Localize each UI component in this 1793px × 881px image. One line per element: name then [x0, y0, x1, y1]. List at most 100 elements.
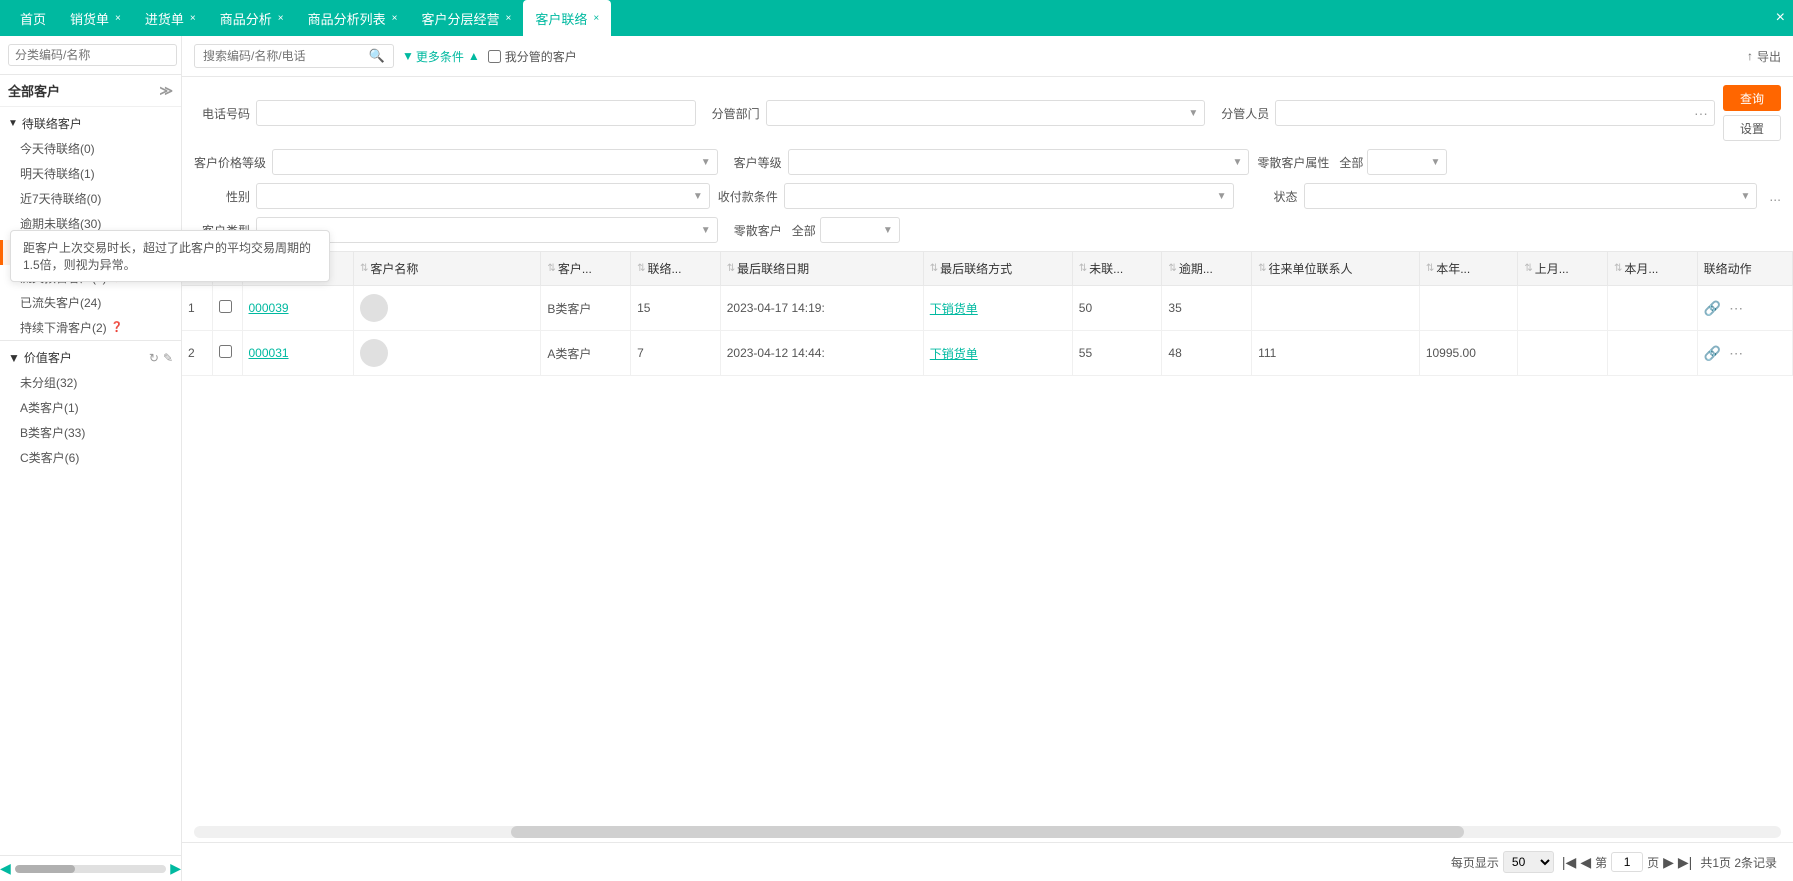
sidebar-c-customer[interactable]: C类客户(6) — [0, 445, 181, 470]
sort-icon-way[interactable]: ⇅ — [930, 263, 938, 274]
sort-icon-company[interactable]: ⇅ — [1258, 263, 1266, 274]
query-button[interactable]: 查询 — [1723, 85, 1781, 111]
prev-page-btn[interactable]: ◀ — [1580, 854, 1591, 871]
sidebar-collapse-btn[interactable]: ≫ — [159, 83, 173, 99]
dept-select[interactable]: ▼ — [766, 100, 1206, 126]
nav-customer-tier-close[interactable]: × — [505, 13, 511, 24]
page-number-input[interactable] — [1611, 852, 1643, 872]
search-icon[interactable]: 🔍 — [369, 48, 385, 64]
persist-down-help-icon[interactable]: ❓ — [111, 322, 123, 333]
search-input[interactable] — [203, 49, 369, 63]
sidebar: 🔍 全部客户 ≫ ▼ 待联络客户 今天待联络(0) 明天待联络(1) 近7天待联… — [0, 36, 182, 881]
price-refresh-icon[interactable]: ↻ — [149, 351, 159, 365]
sort-icon-overdue[interactable]: ⇅ — [1168, 263, 1176, 274]
last-page-btn[interactable]: ▶| — [1678, 854, 1692, 871]
price-customer-header[interactable]: ▼ 价值客户 ↻ ✎ — [0, 345, 181, 370]
sidebar-scrollbar-thumb — [15, 865, 76, 873]
th-last-way: ⇅ 最后联络方式 — [923, 252, 1072, 286]
nav-customer-tier[interactable]: 客户分层经营 × — [409, 0, 523, 36]
nav-product-analysis[interactable]: 商品分析 × — [208, 0, 296, 36]
th-company-contact: ⇅ 往来单位联系人 — [1252, 252, 1420, 286]
nav-customer-contact[interactable]: 客户联络 × — [523, 0, 611, 36]
sidebar-b-customer[interactable]: B类客户(33) — [0, 420, 181, 445]
customer-type-arrow: ▼ — [701, 225, 711, 236]
more-conditions-btn[interactable]: ▼ 更多条件 ▲ — [402, 48, 480, 65]
h-scrollbar-thumb[interactable] — [511, 826, 1463, 838]
row2-code[interactable]: 000031 — [242, 331, 354, 376]
nav-sales[interactable]: 销货单 × — [58, 0, 133, 36]
sort-icon-ctype[interactable]: ⇅ — [547, 263, 555, 274]
sort-icon-year[interactable]: ⇅ — [1426, 263, 1434, 274]
nav-product-list[interactable]: 商品分析列表 × — [296, 0, 410, 36]
sidebar-scroll-right[interactable]: ▶ — [170, 860, 181, 877]
filter-retail-customer: 零散客户 全部 ▼ — [726, 217, 1250, 243]
h-scrollbar-track[interactable] — [194, 826, 1781, 838]
sidebar-a-customer[interactable]: A类客户(1) — [0, 395, 181, 420]
nav-product-close[interactable]: × — [278, 13, 284, 24]
setting-button[interactable]: 设置 — [1723, 115, 1781, 141]
person-select[interactable]: ··· — [1275, 100, 1715, 126]
retail-customer-label: 零散客户 — [726, 222, 782, 239]
sort-icon-name[interactable]: ⇅ — [360, 263, 368, 274]
nav-sales-close[interactable]: × — [115, 13, 121, 24]
pending-contact-header[interactable]: ▼ 待联络客户 — [0, 111, 181, 136]
row2-contact-icon[interactable]: 🔗 — [1704, 345, 1721, 362]
row2-more-icon[interactable]: ⋯ — [1729, 345, 1743, 362]
nav-customer-contact-close[interactable]: × — [593, 13, 599, 24]
row2-actions: 🔗 ⋯ — [1697, 331, 1792, 376]
phone-input[interactable] — [256, 100, 696, 126]
person-dots[interactable]: ··· — [1694, 105, 1708, 121]
filter-row3-dots[interactable]: ... — [1769, 188, 1781, 204]
my-customer-checkbox[interactable] — [488, 50, 501, 63]
row1-select[interactable] — [219, 300, 232, 313]
gender-select[interactable]: ▼ — [256, 183, 710, 209]
sidebar-ungroup[interactable]: 未分组(32) — [0, 370, 181, 395]
sidebar-price-section: ▼ 价值客户 ↻ ✎ 未分组(32) A类客户(1) B类客户(33) C类客户… — [0, 340, 181, 474]
export-btn[interactable]: ↑ 导出 — [1747, 48, 1781, 65]
price-level-select[interactable]: ▼ — [272, 149, 718, 175]
row2-this-year: 10995.00 — [1419, 331, 1517, 376]
first-page-btn[interactable]: |◀ — [1562, 854, 1576, 871]
next-page-btn[interactable]: ▶ — [1663, 854, 1674, 871]
pending-contact-label: 待联络客户 — [22, 115, 82, 132]
payment-select[interactable]: ▼ — [784, 183, 1234, 209]
sort-icon-no-contact[interactable]: ⇅ — [1079, 263, 1087, 274]
sidebar-tomorrow-pending[interactable]: 明天待联络(1) — [0, 161, 181, 186]
sort-icon-contact[interactable]: ⇅ — [637, 263, 645, 274]
retail-customer-select[interactable]: ▼ — [820, 217, 900, 243]
row2-num: 2 — [182, 331, 212, 376]
nav-purchase-close[interactable]: × — [190, 13, 196, 24]
sidebar-today-pending[interactable]: 今天待联络(0) — [0, 136, 181, 161]
content-area: 🔍 ▼ 更多条件 ▲ 我分管的客户 ↑ 导出 电话号码 — [182, 36, 1793, 881]
nav-home[interactable]: 首页 — [8, 0, 58, 36]
customer-level-select[interactable]: ▼ — [788, 149, 1250, 175]
row2-last-way[interactable]: 下销货单 — [923, 331, 1072, 376]
row1-contact-icon[interactable]: 🔗 — [1704, 300, 1721, 317]
row1-code[interactable]: 000039 — [242, 286, 354, 331]
retail-attr-select[interactable]: ▼ — [1367, 149, 1447, 175]
th-last-month: ⇅ 上月... — [1518, 252, 1608, 286]
sidebar-lost-actual[interactable]: 已流失客户(24) — [0, 290, 181, 315]
sidebar-7day-pending[interactable]: 近7天待联络(0) — [0, 186, 181, 211]
sort-icon-last-month[interactable]: ⇅ — [1524, 263, 1532, 274]
th-this-month: ⇅ 本月... — [1607, 252, 1697, 286]
filter-row-2: 客户价格等级 ▼ 客户等级 ▼ 零散客户属性 全部 ▼ — [194, 149, 1781, 175]
sidebar-search-input[interactable] — [8, 44, 177, 66]
sidebar-persist-down[interactable]: 持续下滑客户(2) ❓ — [0, 315, 181, 340]
main-layout: 🔍 全部客户 ≫ ▼ 待联络客户 今天待联络(0) 明天待联络(1) 近7天待联… — [0, 36, 1793, 881]
row1-more-icon[interactable]: ⋯ — [1729, 300, 1743, 317]
status-select[interactable]: ▼ — [1304, 183, 1758, 209]
sidebar-scroll-left[interactable]: ◀ — [0, 860, 11, 877]
page-label2: 页 — [1647, 854, 1659, 871]
nav-product-list-close[interactable]: × — [392, 13, 398, 24]
row1-last-way[interactable]: 下销货单 — [923, 286, 1072, 331]
sort-icon-this-month[interactable]: ⇅ — [1614, 263, 1622, 274]
nav-purchase[interactable]: 进货单 × — [133, 0, 208, 36]
sort-icon-date[interactable]: ⇅ — [727, 263, 735, 274]
per-page-select[interactable]: 50 20 100 — [1503, 851, 1554, 873]
row2-select[interactable] — [219, 345, 232, 358]
price-edit-icon[interactable]: ✎ — [163, 351, 173, 365]
filter-customer-level: 客户等级 ▼ — [726, 149, 1250, 175]
per-page-label: 每页显示 — [1451, 854, 1499, 871]
nav-close-all[interactable]: × — [1776, 9, 1785, 27]
